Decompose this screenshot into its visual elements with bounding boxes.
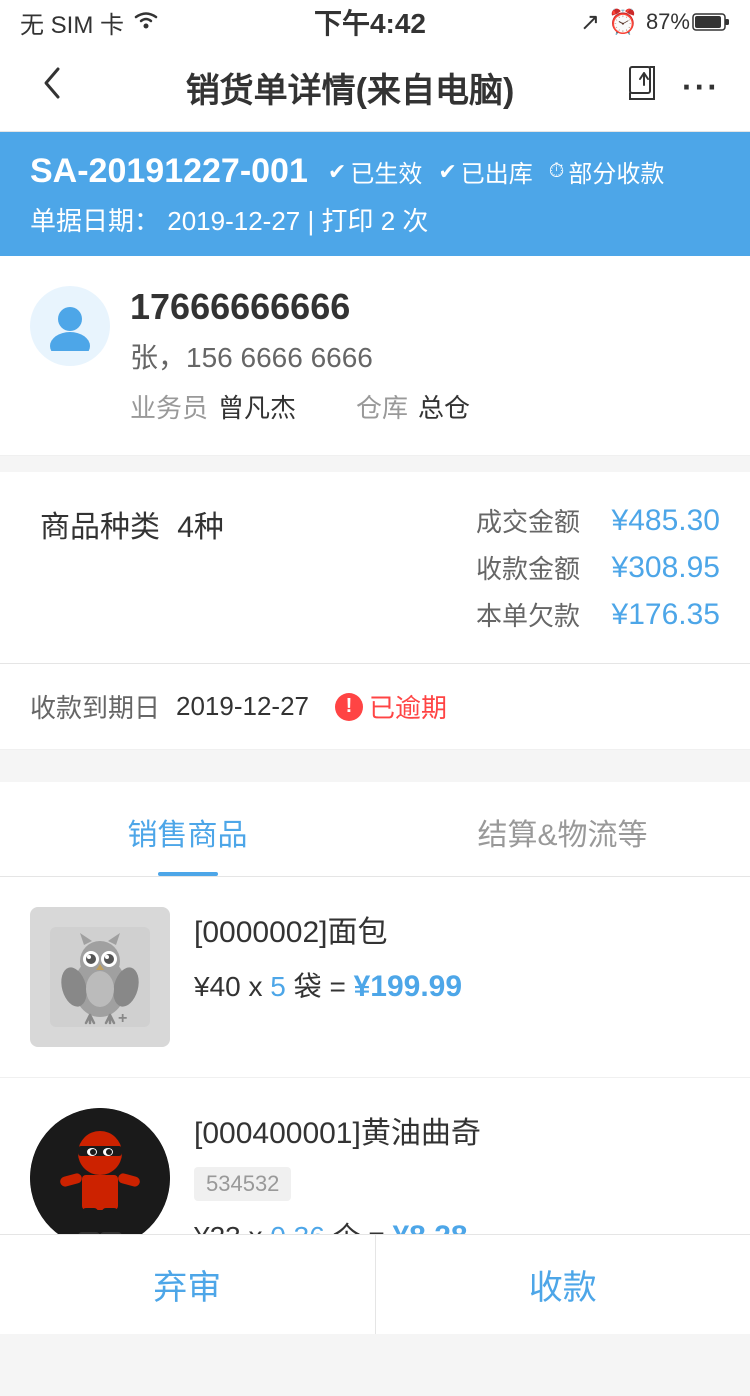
back-button[interactable] (30, 53, 74, 122)
order-id: SA-20191227-001 (30, 152, 308, 191)
status-shipped: ✔ 已出库 (438, 154, 532, 189)
received-value: ¥308.95 (600, 551, 720, 585)
stats-section: 商品种类 4种 成交金额 ¥485.30 收款金额 ¥308.95 本单欠款 ¥… (0, 472, 750, 663)
product-type-count: 商品种类 4种 (30, 502, 224, 546)
customer-meta: 业务员 曾凡杰 仓库 总仓 (130, 388, 720, 425)
clock-icon: ⏱ (549, 160, 565, 183)
bottom-action-bar: 弃审 收款 (0, 1234, 750, 1334)
wifi-icon (132, 8, 160, 37)
page-title: 销货单详情(来自电脑) (74, 63, 626, 112)
nav-actions: ··· (626, 65, 720, 110)
tab-settlement[interactable]: 结算&物流等 (375, 782, 750, 876)
sales-person: 业务员 曾凡杰 (130, 388, 296, 425)
tab-sales-products[interactable]: 销售商品 (0, 782, 375, 876)
amount-row: 成交金额 ¥485.30 (476, 502, 720, 539)
nav-bar: 销货单详情(来自电脑) ··· (0, 44, 750, 132)
list-item: + [0000002]面包 ¥40 x 5 袋 = ¥199.99 (0, 877, 750, 1078)
customer-info: 17666666666 张，156 6666 6666 业务员 曾凡杰 仓库 总… (130, 286, 720, 425)
share-button[interactable] (626, 65, 662, 110)
product-name-1: [0000002]面包 (194, 907, 720, 951)
battery-indicator: 87% (646, 9, 730, 35)
product-thumbnail-2 (30, 1108, 170, 1248)
stats-left: 商品种类 4种 (30, 502, 224, 546)
product-batch-2: 534532 (194, 1167, 291, 1201)
carrier-label: 无 SIM 卡 (20, 5, 124, 40)
overdue-badge: ! 已逾期 (335, 688, 447, 725)
due-date-section: 收款到期日 2019-12-27 ! 已逾期 (0, 664, 750, 750)
tabs-header: 销售商品 结算&物流等 (0, 782, 750, 877)
amount-value: ¥485.30 (600, 504, 720, 538)
warehouse: 仓库 总仓 (356, 388, 470, 425)
status-time: 下午4:42 (314, 2, 426, 42)
order-status-tags: ✔ 已生效 ✔ 已出库 ⏱ 部分收款 (328, 154, 720, 189)
order-date-info: 单据日期： 2019-12-27 | 打印 2 次 (30, 201, 720, 238)
tabs-section: 销售商品 结算&物流等 (0, 782, 750, 1286)
battery-percent: 87% (646, 9, 690, 35)
product-name-2: [000400001]黄油曲奇 (194, 1108, 720, 1152)
due-date-value: 2019-12-27 (176, 691, 309, 722)
product-details-1: [0000002]面包 ¥40 x 5 袋 = ¥199.99 (194, 907, 720, 1005)
svg-text:+: + (118, 1010, 127, 1027)
debt-row: 本单欠款 ¥176.35 (476, 596, 720, 633)
customer-id: 17666666666 (130, 286, 720, 328)
status-right: ↗ ⏰ 87% (580, 8, 730, 37)
product-details-2: [000400001]黄油曲奇 534532 ¥23 x 0.36 个 = ¥8… (194, 1108, 720, 1255)
stats-right: 成交金额 ¥485.30 收款金额 ¥308.95 本单欠款 ¥176.35 (476, 502, 720, 633)
check-icon-1: ✔ (328, 159, 346, 185)
overdue-text: 已逾期 (369, 688, 447, 725)
order-header-banner: SA-20191227-001 ✔ 已生效 ✔ 已出库 ⏱ 部分收款 单据日期：… (0, 132, 750, 256)
avatar (30, 286, 110, 366)
collect-payment-button[interactable]: 收款 (376, 1235, 750, 1334)
debt-label: 本单欠款 (476, 596, 580, 633)
received-label: 收款金额 (476, 549, 580, 586)
status-effective: ✔ 已生效 (328, 154, 422, 189)
received-row: 收款金额 ¥308.95 (476, 549, 720, 586)
alarm-icon: ⏰ (608, 8, 638, 37)
due-label: 收款到期日 (30, 688, 160, 725)
location-icon: ↗ (580, 8, 600, 37)
customer-section: 17666666666 张，156 6666 6666 业务员 曾凡杰 仓库 总… (0, 256, 750, 456)
divider-1 (0, 456, 750, 472)
customer-name-phone: 张，156 6666 6666 (130, 336, 720, 376)
status-bar: 无 SIM 卡 下午4:42 ↗ ⏰ 87% (0, 0, 750, 44)
amount-label: 成交金额 (476, 502, 580, 539)
product-total-1: ¥199.99 (354, 970, 462, 1003)
overdue-icon: ! (335, 693, 363, 721)
product-price-1: ¥40 x 5 袋 = ¥199.99 (194, 965, 720, 1005)
product-list: + [0000002]面包 ¥40 x 5 袋 = ¥199.99 (0, 877, 750, 1286)
cancel-review-button[interactable]: 弃审 (0, 1235, 376, 1334)
product-thumbnail-1: + (30, 907, 170, 1047)
debt-value: ¥176.35 (600, 598, 720, 632)
divider-2 (0, 750, 750, 766)
more-button[interactable]: ··· (682, 69, 720, 106)
status-left: 无 SIM 卡 (20, 5, 160, 40)
check-icon-2: ✔ (438, 159, 456, 185)
product-qty-1: 5 (270, 971, 286, 1002)
status-partial: ⏱ 部分收款 (549, 154, 665, 189)
